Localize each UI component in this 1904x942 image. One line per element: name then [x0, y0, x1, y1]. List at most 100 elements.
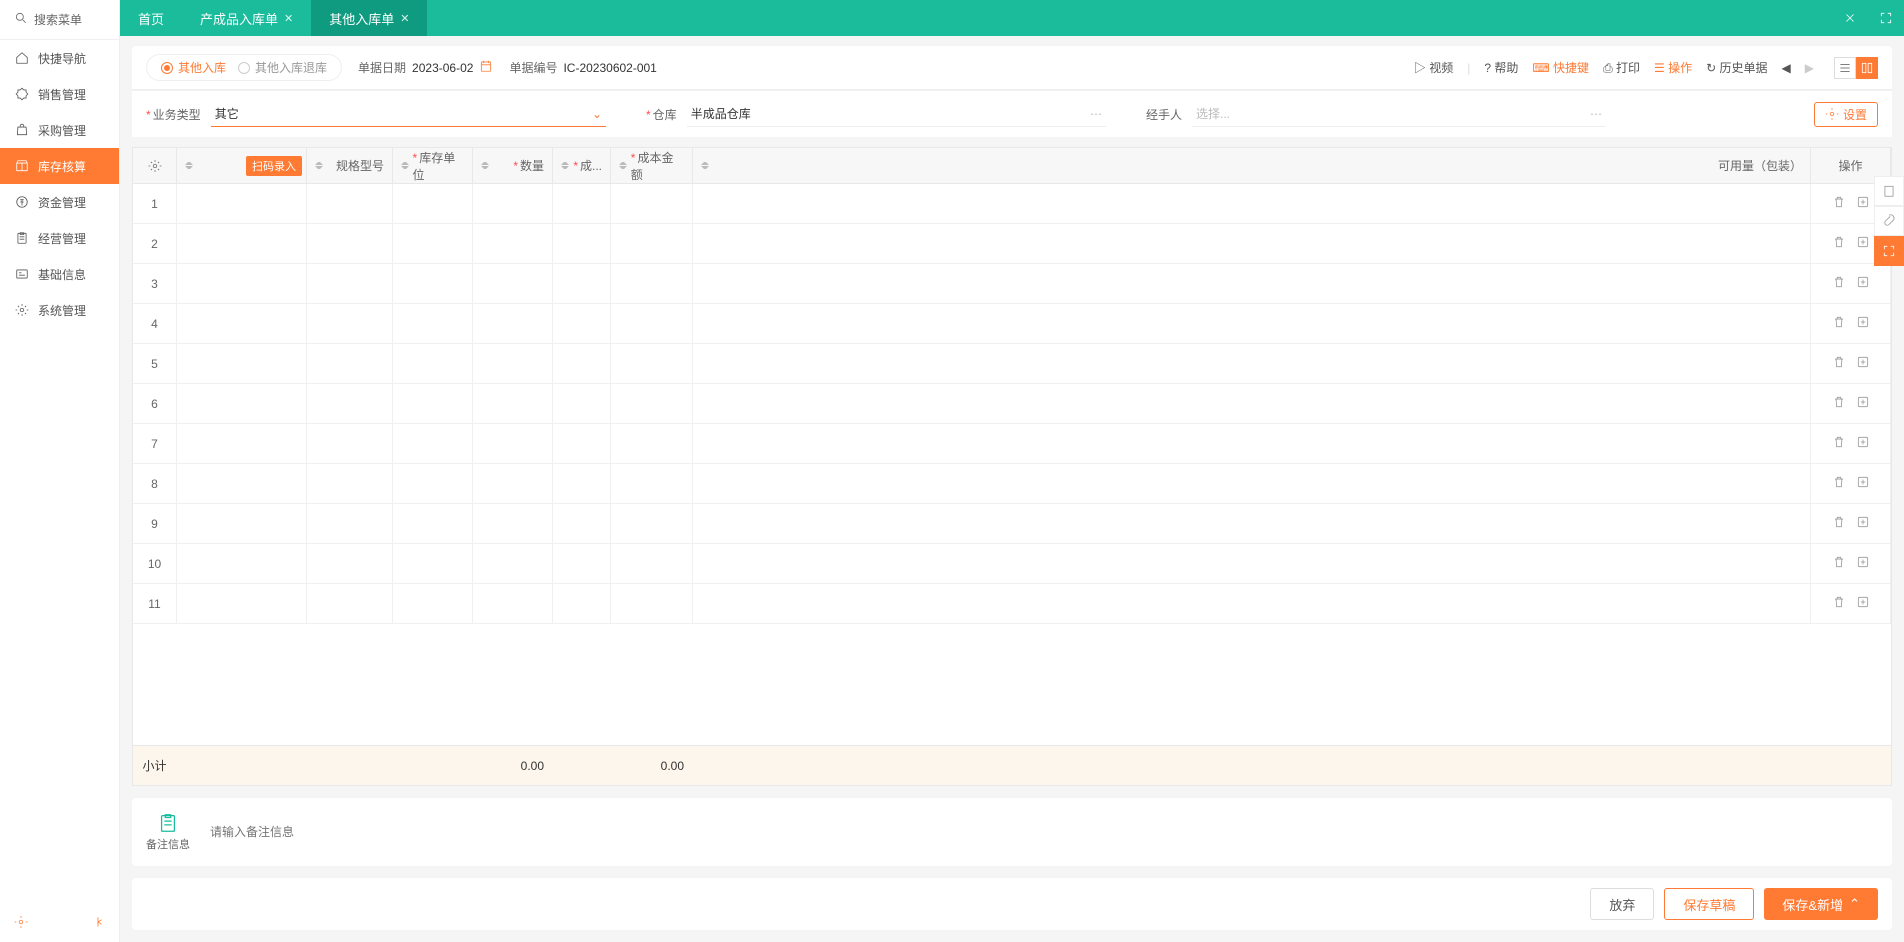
- col-cost[interactable]: 成...: [553, 148, 611, 183]
- close-icon[interactable]: ✕: [284, 12, 293, 25]
- col-settings[interactable]: [133, 148, 177, 183]
- video-link[interactable]: ▷ 视频: [1414, 59, 1453, 76]
- close-all-icon[interactable]: [1832, 0, 1868, 36]
- box-icon: [14, 158, 30, 174]
- table-row[interactable]: 2: [133, 224, 1891, 264]
- table-row[interactable]: 6: [133, 384, 1891, 424]
- subtotal-qty: 0.00: [473, 746, 553, 785]
- print-link[interactable]: ⎙ 打印: [1603, 59, 1640, 76]
- search-menu[interactable]: 搜索菜单: [0, 0, 119, 40]
- delete-row-icon[interactable]: [1832, 355, 1846, 372]
- clip-icon: [14, 230, 30, 246]
- nav-system[interactable]: 系统管理: [0, 292, 119, 328]
- doc-date-value[interactable]: 2023-06-02: [412, 61, 473, 75]
- add-row-icon[interactable]: [1856, 195, 1870, 212]
- tool-expand-icon[interactable]: [1874, 236, 1904, 266]
- nav-inventory[interactable]: 库存核算: [0, 148, 119, 184]
- remark-input[interactable]: [210, 825, 1878, 839]
- close-icon[interactable]: ✕: [400, 12, 409, 25]
- delete-row-icon[interactable]: [1832, 235, 1846, 252]
- col-amount[interactable]: 成本金额: [611, 148, 693, 183]
- money-icon: [14, 194, 30, 210]
- col-available[interactable]: 可用量（包装）: [693, 148, 1811, 183]
- table-row[interactable]: 3: [133, 264, 1891, 304]
- col-spec[interactable]: 规格型号: [307, 148, 393, 183]
- doc-no-field: 单据编号 IC-20230602-001: [509, 59, 656, 76]
- settings-button[interactable]: 设置: [1814, 102, 1878, 127]
- next-icon[interactable]: ▶: [1805, 61, 1814, 75]
- prev-icon[interactable]: ◀: [1782, 61, 1791, 75]
- table-row[interactable]: 1: [133, 184, 1891, 224]
- operate-link[interactable]: ☰ 操作: [1654, 59, 1692, 76]
- table-row[interactable]: 10: [133, 544, 1891, 584]
- save-draft-button[interactable]: 保存草稿: [1664, 888, 1754, 920]
- nav-purchase[interactable]: 采购管理: [0, 112, 119, 148]
- delete-row-icon[interactable]: [1832, 475, 1846, 492]
- table-row[interactable]: 4: [133, 304, 1891, 344]
- add-row-icon[interactable]: [1856, 395, 1870, 412]
- settings-icon[interactable]: [14, 915, 28, 932]
- col-qty[interactable]: 数量: [473, 148, 553, 183]
- delete-row-icon[interactable]: [1832, 515, 1846, 532]
- tab-other-in[interactable]: 其他入库单✕: [311, 0, 427, 36]
- nav-sales[interactable]: 销售管理: [0, 76, 119, 112]
- save-new-button[interactable]: 保存&新增⌃: [1764, 888, 1878, 920]
- collapse-icon[interactable]: [91, 915, 105, 932]
- radio-other-return[interactable]: 其他入库退库: [238, 59, 327, 76]
- add-row-icon[interactable]: [1856, 355, 1870, 372]
- tool-draft-icon[interactable]: [1874, 176, 1904, 206]
- add-row-icon[interactable]: [1856, 315, 1870, 332]
- search-label: 搜索菜单: [34, 11, 82, 28]
- table-row[interactable]: 11: [133, 584, 1891, 624]
- table-row[interactable]: 5: [133, 344, 1891, 384]
- add-row-icon[interactable]: [1856, 435, 1870, 452]
- badge-icon: [14, 86, 30, 102]
- tab-home[interactable]: 首页: [120, 0, 182, 36]
- delete-row-icon[interactable]: [1832, 595, 1846, 612]
- handler-input[interactable]: 选择...⋯: [1192, 101, 1606, 127]
- doc-no-value: IC-20230602-001: [563, 61, 656, 75]
- delete-row-icon[interactable]: [1832, 195, 1846, 212]
- nav-quick[interactable]: 快捷导航: [0, 40, 119, 76]
- discard-button[interactable]: 放弃: [1590, 888, 1654, 920]
- tool-attach-icon[interactable]: [1874, 206, 1904, 236]
- radio-other-in[interactable]: 其他入库: [161, 59, 226, 76]
- delete-row-icon[interactable]: [1832, 435, 1846, 452]
- table-row[interactable]: 8: [133, 464, 1891, 504]
- warehouse-input[interactable]: 半成品仓库⋯: [687, 101, 1106, 127]
- sidebar-bottom: [0, 905, 119, 942]
- gear-icon: [14, 302, 30, 318]
- nav-business[interactable]: 经营管理: [0, 220, 119, 256]
- warehouse-field: 仓库 半成品仓库⋯: [646, 101, 1106, 127]
- add-row-icon[interactable]: [1856, 595, 1870, 612]
- scan-button[interactable]: 扫码录入: [246, 156, 302, 176]
- calendar-icon[interactable]: [479, 59, 493, 76]
- shortcut-link[interactable]: ⌨ 快捷键: [1532, 59, 1589, 76]
- nav-funds[interactable]: 资金管理: [0, 184, 119, 220]
- col-product[interactable]: 商品扫码录入: [177, 148, 307, 183]
- view-list-icon[interactable]: [1834, 57, 1856, 79]
- table-row[interactable]: 9: [133, 504, 1891, 544]
- biz-type-input[interactable]: 其它⌄: [211, 101, 606, 127]
- delete-row-icon[interactable]: [1832, 555, 1846, 572]
- add-row-icon[interactable]: [1856, 515, 1870, 532]
- history-link[interactable]: ↻ 历史单据: [1706, 59, 1767, 76]
- table-row[interactable]: 7: [133, 424, 1891, 464]
- card-icon: [14, 266, 30, 282]
- delete-row-icon[interactable]: [1832, 275, 1846, 292]
- tab-finished-goods[interactable]: 产成品入库单✕: [182, 0, 311, 36]
- delete-row-icon[interactable]: [1832, 395, 1846, 412]
- remark-section: 备注信息: [132, 798, 1892, 866]
- bag-icon: [14, 122, 30, 138]
- view-form-icon[interactable]: [1856, 57, 1878, 79]
- biz-type-field: 业务类型 其它⌄: [146, 101, 606, 127]
- delete-row-icon[interactable]: [1832, 315, 1846, 332]
- nav-basic[interactable]: 基础信息: [0, 256, 119, 292]
- add-row-icon[interactable]: [1856, 475, 1870, 492]
- col-unit[interactable]: 库存单位: [393, 148, 473, 183]
- add-row-icon[interactable]: [1856, 235, 1870, 252]
- help-link[interactable]: ? 帮助: [1484, 59, 1518, 76]
- fullscreen-icon[interactable]: [1868, 0, 1904, 36]
- add-row-icon[interactable]: [1856, 275, 1870, 292]
- add-row-icon[interactable]: [1856, 555, 1870, 572]
